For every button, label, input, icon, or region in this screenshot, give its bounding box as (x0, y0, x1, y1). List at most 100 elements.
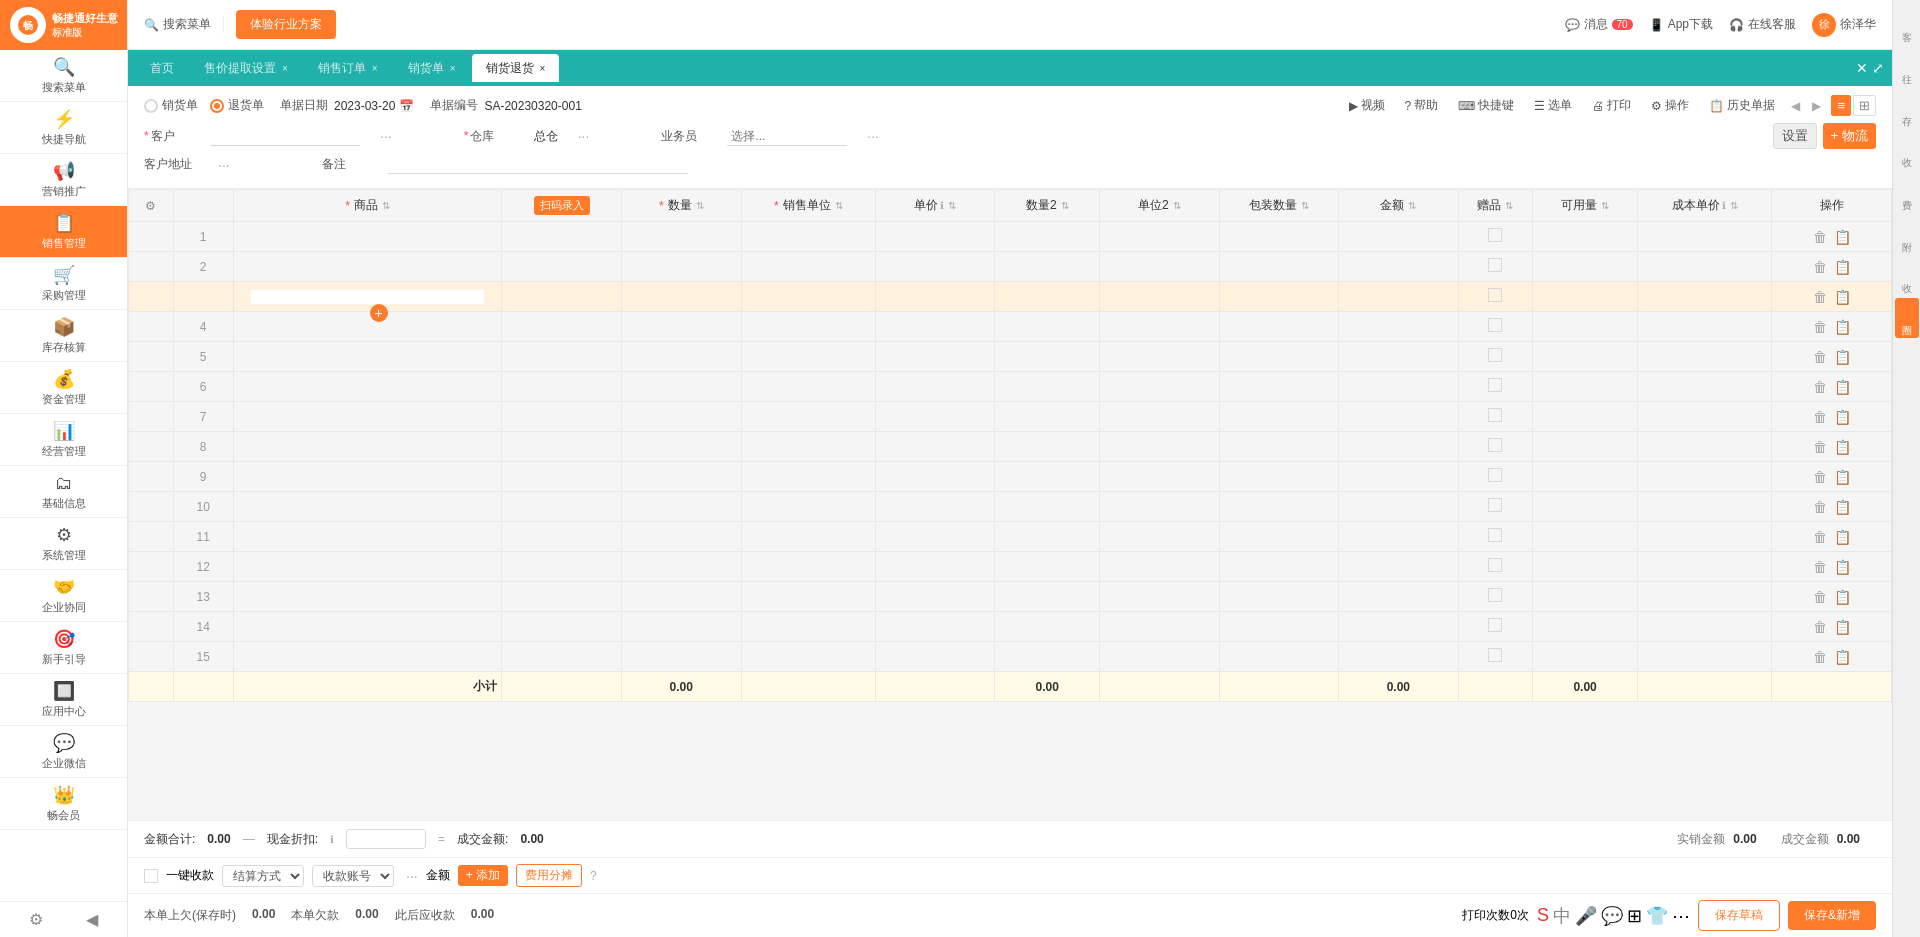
radio-sales-delivery[interactable]: 销货单 (144, 97, 198, 114)
row-gift-1[interactable] (1458, 222, 1533, 252)
sidebar-settings-icon[interactable]: ⚙ (29, 910, 43, 929)
rs-item-attach[interactable]: 附 (1895, 214, 1919, 254)
row-avail-6[interactable] (1533, 372, 1638, 402)
row-unit2-7[interactable] (1100, 402, 1220, 432)
copy-row-7-btn[interactable]: 📋 (1834, 409, 1851, 425)
add-logistics-btn[interactable]: + 物流 (1823, 123, 1877, 149)
delete-row-4-btn[interactable]: 🗑 (1813, 319, 1827, 335)
row-unit2-3[interactable] (1100, 282, 1220, 312)
row-cost-10[interactable] (1637, 492, 1771, 522)
row-unit-11[interactable] (741, 522, 875, 552)
row-amount-11[interactable] (1339, 522, 1459, 552)
row-avail-7[interactable] (1533, 402, 1638, 432)
copy-row-6-btn[interactable]: 📋 (1834, 379, 1851, 395)
row-cost-14[interactable] (1637, 612, 1771, 642)
row-amount-10[interactable] (1339, 492, 1459, 522)
row-gift-2[interactable] (1458, 252, 1533, 282)
row-cost-13[interactable] (1637, 582, 1771, 612)
row-amount-7[interactable] (1339, 402, 1459, 432)
row-gift-8[interactable] (1458, 432, 1533, 462)
row-unit-4[interactable] (741, 312, 875, 342)
row-qty2-15[interactable] (995, 642, 1100, 672)
row-product-4[interactable] (233, 312, 502, 342)
row-product-6[interactable] (233, 372, 502, 402)
copy-row-10-btn[interactable]: 📋 (1834, 499, 1851, 515)
sidebar-item-sales[interactable]: 📋 销售管理 (0, 206, 127, 258)
user-btn[interactable]: 徐 徐泽华 (1812, 13, 1876, 37)
account-select[interactable]: 收款账号 (312, 865, 394, 887)
sidebar-item-appstore[interactable]: 🔲 应用中心 (0, 674, 127, 726)
row-amount-12[interactable] (1339, 552, 1459, 582)
row-qty2-8[interactable] (995, 432, 1100, 462)
gift-checkbox-8[interactable] (1488, 438, 1502, 452)
sidebar-item-marketing[interactable]: 📢 营销推广 (0, 154, 127, 206)
sort-qty2-icon[interactable]: ⇅ (1061, 200, 1069, 211)
row-cost-11[interactable] (1637, 522, 1771, 552)
rs-item-receive[interactable]: 收 (1895, 256, 1919, 296)
row-product-2[interactable] (233, 252, 502, 282)
row-unit-3[interactable] (741, 282, 875, 312)
rs-item-circle[interactable]: 圈 (1895, 298, 1919, 338)
gift-checkbox-9[interactable] (1488, 468, 1502, 482)
gift-checkbox-4[interactable] (1488, 318, 1502, 332)
rs-item-stock[interactable]: 存 (1895, 88, 1919, 128)
fee-split-btn[interactable]: 费用分摊 (516, 864, 582, 887)
row-pkg-15[interactable] (1219, 642, 1339, 672)
row-avail-1[interactable] (1533, 222, 1638, 252)
copy-row-2-btn[interactable]: 📋 (1834, 259, 1851, 275)
sort-product-icon[interactable]: ⇅ (382, 200, 390, 211)
row-amount-13[interactable] (1339, 582, 1459, 612)
row-pkg-7[interactable] (1219, 402, 1339, 432)
experience-btn[interactable]: 体验行业方案 (236, 10, 336, 39)
delete-row-8-btn[interactable]: 🗑 (1813, 439, 1827, 455)
copy-row-1-btn[interactable]: 📋 (1834, 229, 1851, 245)
row-unit-15[interactable] (741, 642, 875, 672)
row-price-8[interactable] (875, 432, 995, 462)
row-unit2-15[interactable] (1100, 642, 1220, 672)
message-btn[interactable]: 💬 消息 70 (1565, 16, 1633, 33)
gift-checkbox-5[interactable] (1488, 348, 1502, 362)
row-amount-6[interactable] (1339, 372, 1459, 402)
row-product-3[interactable]: + (233, 282, 502, 312)
payment-method-select[interactable]: 结算方式 (222, 865, 304, 887)
row-unit2-8[interactable] (1100, 432, 1220, 462)
row-unit-13[interactable] (741, 582, 875, 612)
prev-btn[interactable]: ◀ (1791, 99, 1800, 113)
row-product-12[interactable] (233, 552, 502, 582)
row-cost-2[interactable] (1637, 252, 1771, 282)
sidebar-item-purchase[interactable]: 🛒 采购管理 (0, 258, 127, 310)
row-avail-13[interactable] (1533, 582, 1638, 612)
sort-price-icon[interactable]: ⇅ (948, 200, 956, 211)
gift-checkbox-15[interactable] (1488, 648, 1502, 662)
row-unit-1[interactable] (741, 222, 875, 252)
copy-row-12-btn[interactable]: 📋 (1834, 559, 1851, 575)
rs-item-transaction[interactable]: 往 (1895, 46, 1919, 86)
row-unit2-5[interactable] (1100, 342, 1220, 372)
row-amount-5[interactable] (1339, 342, 1459, 372)
row-gift-12[interactable] (1458, 552, 1533, 582)
tab-maximize-btn[interactable]: ⤢ (1872, 60, 1884, 76)
row-pkg-5[interactable] (1219, 342, 1339, 372)
row-gift-11[interactable] (1458, 522, 1533, 552)
row-pkg-10[interactable] (1219, 492, 1339, 522)
sort-amount-icon[interactable]: ⇅ (1408, 200, 1416, 211)
row-pkg-13[interactable] (1219, 582, 1339, 612)
agent-dots[interactable]: ··· (867, 128, 879, 144)
row-price-15[interactable] (875, 642, 995, 672)
row-qty2-3[interactable] (995, 282, 1100, 312)
row-cost-5[interactable] (1637, 342, 1771, 372)
row-unit-2[interactable] (741, 252, 875, 282)
set-btn[interactable]: 设置 (1773, 123, 1817, 149)
gift-checkbox-11[interactable] (1488, 528, 1502, 542)
sort-qty-icon[interactable]: ⇅ (696, 200, 704, 211)
row-unit-8[interactable] (741, 432, 875, 462)
row-avail-5[interactable] (1533, 342, 1638, 372)
row-qty2-5[interactable] (995, 342, 1100, 372)
next-btn[interactable]: ▶ (1812, 99, 1821, 113)
row-product-7[interactable] (233, 402, 502, 432)
row-avail-15[interactable] (1533, 642, 1638, 672)
row-avail-12[interactable] (1533, 552, 1638, 582)
tab-home[interactable]: 首页 (136, 54, 188, 82)
print-btn[interactable]: 🖨 打印 (1586, 94, 1637, 117)
sidebar-item-cooperation[interactable]: 🤝 企业协同 (0, 570, 127, 622)
